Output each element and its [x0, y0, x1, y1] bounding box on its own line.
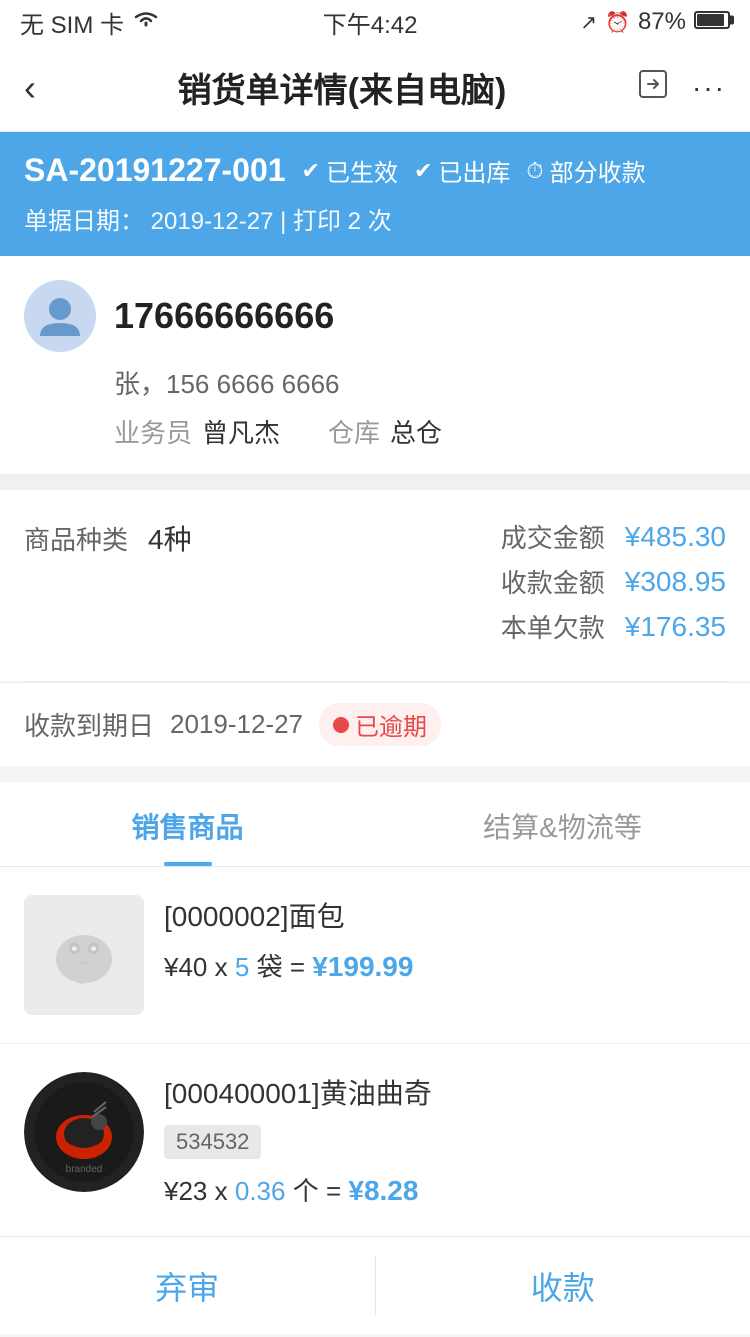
customer-row: 17666666666 [24, 280, 726, 352]
tab-products[interactable]: 销售商品 [0, 782, 375, 866]
status-left: 无 SIM 卡 [20, 5, 160, 40]
svg-text:branded: branded [66, 1164, 103, 1175]
alarm-icon: ⏰ [605, 10, 630, 35]
product-info-1: [0000002]面包 ¥40 x 5 袋 = ¥199.99 [164, 895, 726, 984]
payment-due-section: 收款到期日 2019-12-27 已逾期 [0, 682, 750, 766]
product-qty-1: 5 [235, 952, 249, 982]
badge-partial-payment: ⏱ 部分收款 [526, 153, 645, 188]
warehouse-item: 仓库 总仓 [328, 413, 442, 450]
status-badges: ✔ 已生效 ✔ 已出库 ⏱ 部分收款 [302, 153, 646, 188]
order-id-row: SA-20191227-001 ✔ 已生效 ✔ 已出库 ⏱ 部分收款 [24, 152, 726, 189]
overdue-badge: 已逾期 [319, 703, 441, 746]
overdue-dot-icon [333, 717, 349, 733]
customer-avatar [24, 280, 96, 352]
product-list: 最+ [0000002]面包 ¥40 x 5 袋 = ¥199.99 [0, 867, 750, 1237]
svg-text:最+: 最+ [76, 975, 92, 986]
share-icon[interactable] [638, 69, 668, 107]
deal-amount-row: 成交金额 ¥485.30 [501, 518, 726, 555]
product-sku-2: 534532 [164, 1125, 261, 1159]
confirm-button[interactable]: 收款 [376, 1237, 750, 1334]
more-icon[interactable]: ··· [692, 72, 726, 104]
check-icon-2: ✔ [414, 158, 432, 184]
tab-settlement[interactable]: 结算&物流等 [375, 782, 750, 866]
order-header: SA-20191227-001 ✔ 已生效 ✔ 已出库 ⏱ 部分收款 单据日期：… [0, 132, 750, 256]
product-item-2: branded [000400001]黄油曲奇 534532 ¥23 x 0.3… [0, 1044, 750, 1237]
product-price-row-2: ¥23 x 0.36 个 = ¥8.28 [164, 1171, 726, 1208]
customer-phone: 17666666666 [114, 295, 334, 337]
salesperson-value: 曾凡杰 [202, 413, 280, 450]
received-amount-row: 收款金额 ¥308.95 [501, 563, 726, 600]
product-kinds-row: 商品种类 4种 [24, 518, 192, 558]
deal-amount-label: 成交金额 [501, 518, 605, 555]
owed-amount-label: 本单欠款 [501, 608, 605, 645]
customer-name-phone: 张，156 6666 6666 [114, 364, 726, 401]
order-id: SA-20191227-001 [24, 152, 286, 189]
status-right: ↗ ⏰ 87% [580, 8, 730, 36]
stats-left: 商品种类 4种 [24, 518, 192, 653]
product-kinds-value: 4种 [148, 518, 192, 558]
product-info-2: [000400001]黄油曲奇 534532 ¥23 x 0.36 个 = ¥8… [164, 1072, 726, 1208]
owed-amount-value: ¥176.35 [625, 611, 726, 643]
stats-section: 商品种类 4种 成交金额 ¥485.30 收款金额 ¥308.95 本单欠款 ¥… [0, 490, 750, 681]
bottom-bar: 弃审 收款 [0, 1236, 750, 1334]
payment-due-date: 2019-12-27 [170, 709, 303, 740]
product-image-1: 最+ [24, 895, 144, 1015]
product-qty-2: 0.36 [235, 1176, 286, 1206]
payment-due-label: 收款到期日 [24, 706, 154, 743]
back-button[interactable]: ‹ [14, 57, 46, 119]
order-date-row: 单据日期： 2019-12-27 | 打印 2 次 [24, 201, 726, 236]
badge-shipped: ✔ 已出库 [414, 153, 510, 188]
status-time: 下午4:42 [323, 5, 418, 40]
page-title: 销货单详情(来自电脑) [46, 63, 638, 112]
nav-actions: ··· [638, 69, 726, 107]
nav-bar: ‹ 销货单详情(来自电脑) ··· [0, 44, 750, 132]
product-image-2: branded [24, 1072, 144, 1192]
product-total-1: ¥199.99 [312, 951, 413, 982]
carrier-text: 无 SIM 卡 [20, 5, 124, 40]
badge-effective: ✔ 已生效 [302, 153, 398, 188]
stats-right: 成交金额 ¥485.30 收款金额 ¥308.95 本单欠款 ¥176.35 [501, 518, 726, 653]
product-item-1: 最+ [0000002]面包 ¥40 x 5 袋 = ¥199.99 [0, 867, 750, 1044]
salesperson-item: 业务员 曾凡杰 [114, 413, 280, 450]
status-bar: 无 SIM 卡 下午4:42 ↗ ⏰ 87% [0, 0, 750, 44]
warehouse-value: 总仓 [390, 413, 442, 450]
battery-icon [694, 8, 730, 36]
product-name-2: [000400001]黄油曲奇 [164, 1072, 726, 1112]
salesperson-label: 业务员 [114, 413, 192, 450]
product-kinds-label: 商品种类 [24, 520, 128, 557]
location-icon: ↗ [580, 10, 597, 35]
battery-percent: 87% [638, 8, 686, 36]
tabs-section: 销售商品 结算&物流等 [0, 782, 750, 867]
customer-meta: 业务员 曾凡杰 仓库 总仓 [114, 413, 726, 450]
owed-amount-row: 本单欠款 ¥176.35 [501, 608, 726, 645]
divider-1 [0, 474, 750, 490]
customer-section: 17666666666 张，156 6666 6666 业务员 曾凡杰 仓库 总… [0, 256, 750, 474]
product-total-2: ¥8.28 [348, 1175, 418, 1206]
wifi-icon [132, 8, 160, 36]
received-amount-label: 收款金额 [501, 563, 605, 600]
warehouse-label: 仓库 [328, 413, 380, 450]
check-icon-1: ✔ [302, 158, 320, 184]
cancel-button[interactable]: 弃审 [0, 1237, 375, 1334]
product-name-1: [0000002]面包 [164, 895, 726, 935]
clock-icon: ⏱ [526, 158, 543, 184]
received-amount-value: ¥308.95 [625, 566, 726, 598]
deal-amount-value: ¥485.30 [625, 521, 726, 553]
product-price-row-1: ¥40 x 5 袋 = ¥199.99 [164, 947, 726, 984]
